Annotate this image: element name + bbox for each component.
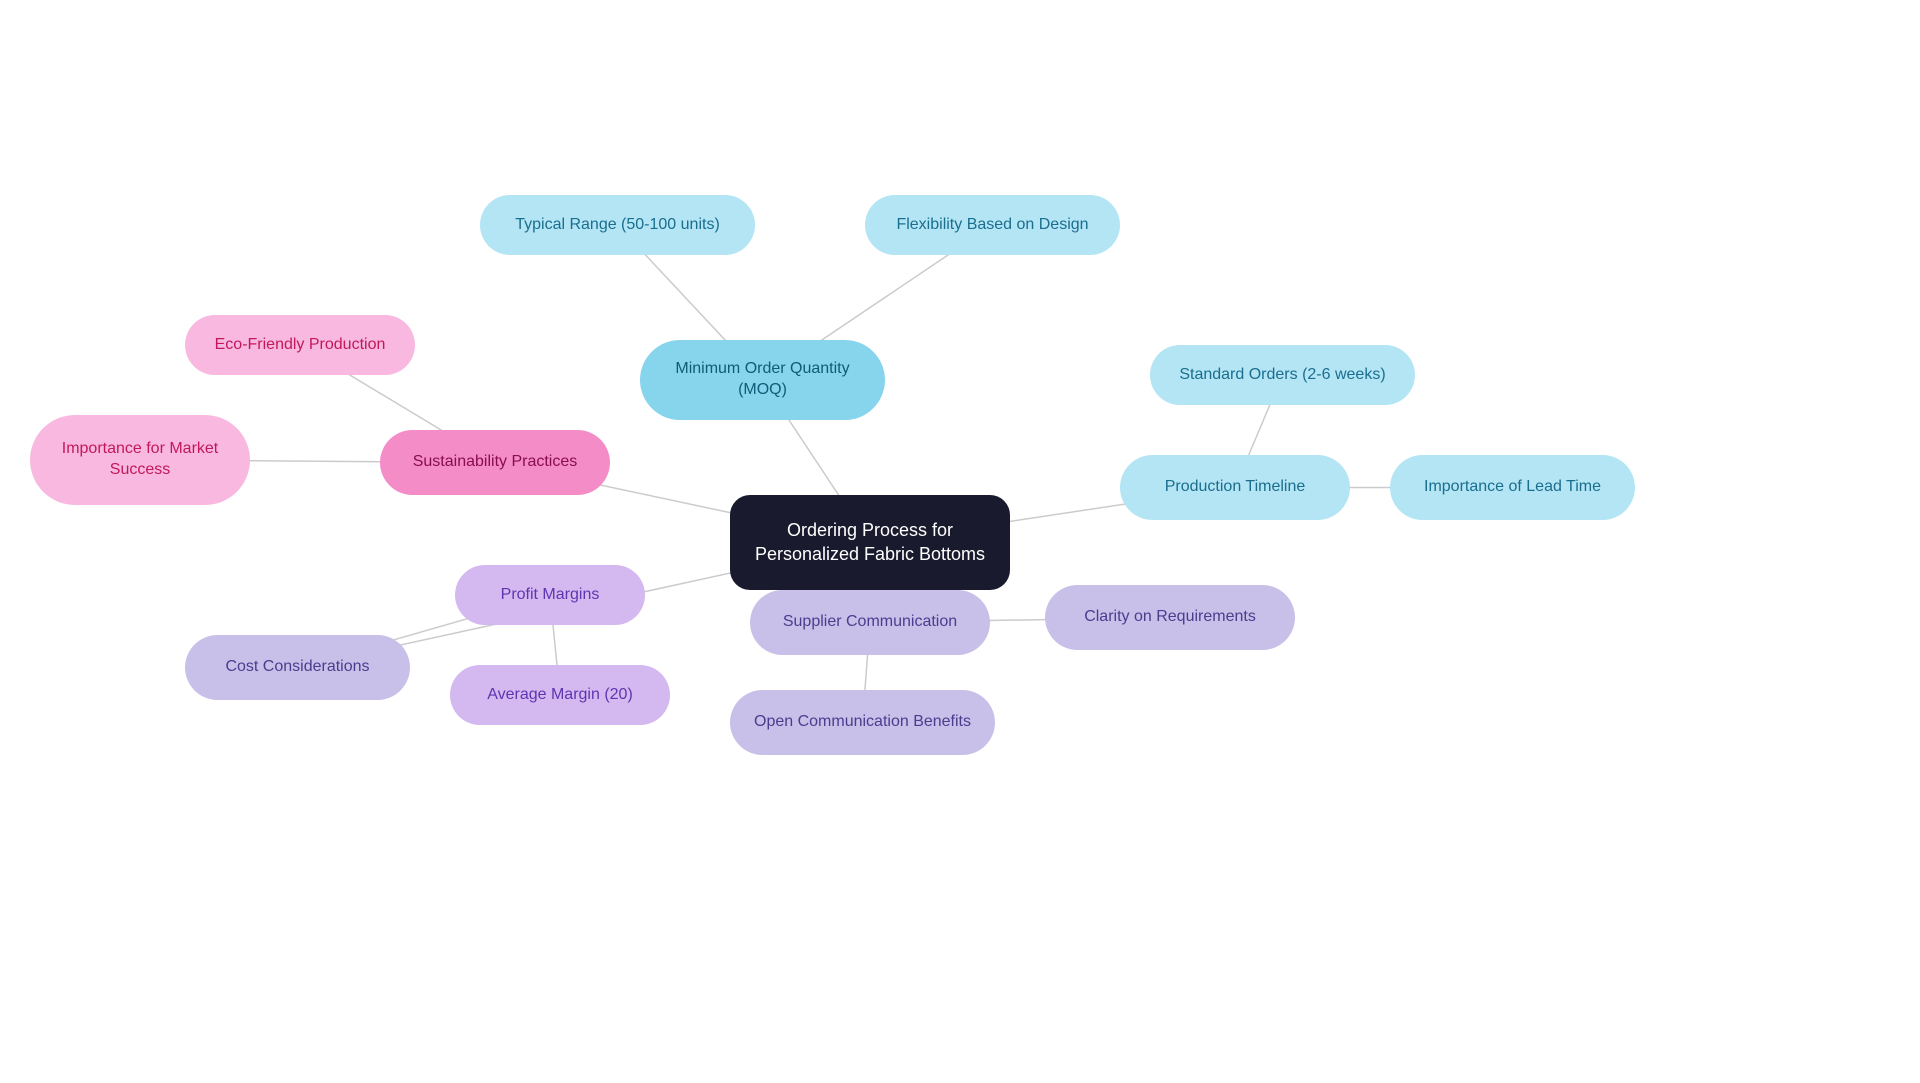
node-eco_friendly: Eco-Friendly Production [185, 315, 415, 375]
node-center: Ordering Process for Personalized Fabric… [730, 495, 1010, 590]
node-cost_considerations: Cost Considerations [185, 635, 410, 700]
node-typical_range: Typical Range (50-100 units) [480, 195, 755, 255]
node-clarity: Clarity on Requirements [1045, 585, 1295, 650]
node-moq: Minimum Order Quantity (MOQ) [640, 340, 885, 420]
node-supplier_comm: Supplier Communication [750, 590, 990, 655]
node-profit_margins: Profit Margins [455, 565, 645, 625]
node-open_comm: Open Communication Benefits [730, 690, 995, 755]
node-standard_orders: Standard Orders (2-6 weeks) [1150, 345, 1415, 405]
node-importance_lead: Importance of Lead Time [1390, 455, 1635, 520]
node-average_margin: Average Margin (20) [450, 665, 670, 725]
node-production_timeline: Production Timeline [1120, 455, 1350, 520]
node-flexibility: Flexibility Based on Design [865, 195, 1120, 255]
node-sustainability: Sustainability Practices [380, 430, 610, 495]
node-importance_market: Importance for Market Success [30, 415, 250, 505]
